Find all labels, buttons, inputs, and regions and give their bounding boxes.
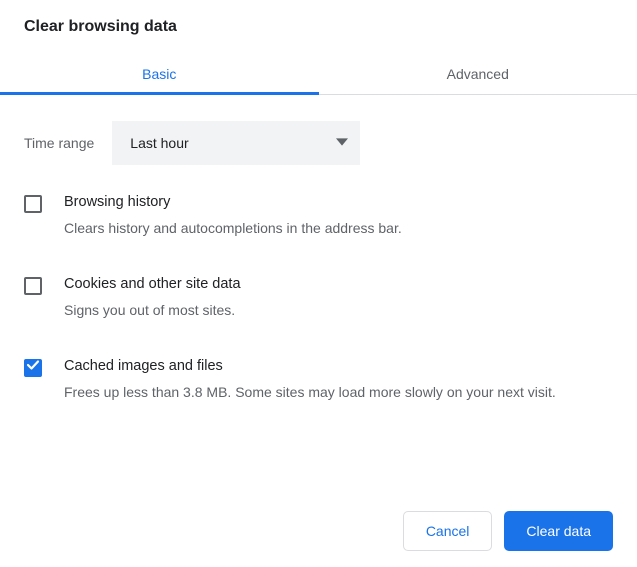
option-cookies-checkbox[interactable] (24, 277, 42, 295)
clear-browsing-data-dialog: Clear browsing data Basic Advanced Time … (0, 0, 637, 567)
option-cache-title: Cached images and files (64, 357, 556, 376)
chevron-down-icon (336, 135, 348, 151)
tab-basic[interactable]: Basic (0, 56, 319, 94)
option-cache-desc: Frees up less than 3.8 MB. Some sites ma… (64, 382, 556, 403)
dialog-button-row: Cancel Clear data (24, 511, 613, 551)
clear-data-button[interactable]: Clear data (504, 511, 613, 551)
option-browsing-history-checkbox[interactable] (24, 195, 42, 213)
cancel-button[interactable]: Cancel (403, 511, 493, 551)
option-browsing-history-desc: Clears history and autocompletions in th… (64, 218, 402, 239)
time-range-label: Time range (24, 135, 94, 151)
dialog-title: Clear browsing data (24, 18, 613, 36)
option-cookies-desc: Signs you out of most sites. (64, 300, 241, 321)
checkmark-icon (26, 358, 40, 377)
time-range-row: Time range Last hour (24, 121, 613, 165)
dialog-tabs: Basic Advanced (0, 56, 637, 95)
option-cache-checkbox[interactable] (24, 359, 42, 377)
option-browsing-history-title: Browsing history (64, 193, 402, 212)
time-range-value: Last hour (130, 135, 188, 151)
option-browsing-history: Browsing history Clears history and auto… (24, 193, 613, 239)
time-range-select[interactable]: Last hour (112, 121, 360, 165)
option-cache: Cached images and files Frees up less th… (24, 357, 613, 403)
clear-options-list: Browsing history Clears history and auto… (24, 193, 613, 403)
tab-advanced[interactable]: Advanced (319, 56, 637, 94)
option-cookies: Cookies and other site data Signs you ou… (24, 275, 613, 321)
option-cookies-title: Cookies and other site data (64, 275, 241, 294)
